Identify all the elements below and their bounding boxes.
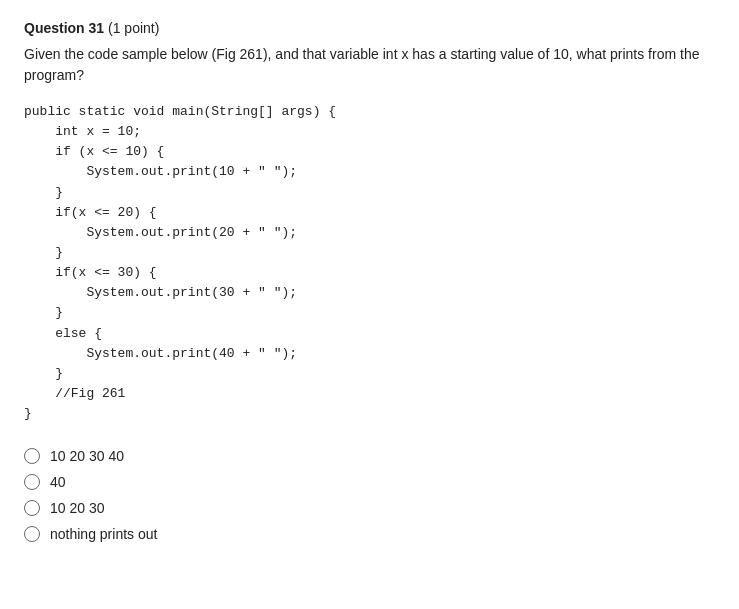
radio-circle-2[interactable] <box>24 474 40 490</box>
option-label-1: 10 20 30 40 <box>50 448 124 464</box>
answer-option-3[interactable]: 10 20 30 <box>24 500 715 516</box>
radio-circle-1[interactable] <box>24 448 40 464</box>
radio-circle-4[interactable] <box>24 526 40 542</box>
answer-option-4[interactable]: nothing prints out <box>24 526 715 542</box>
question-number: Question 31 <box>24 20 104 36</box>
question-points: (1 point) <box>108 20 159 36</box>
option-label-2: 40 <box>50 474 66 490</box>
option-label-4: nothing prints out <box>50 526 157 542</box>
question-container: Question 31 (1 point) Given the code sam… <box>24 20 715 542</box>
answer-option-1[interactable]: 10 20 30 40 <box>24 448 715 464</box>
answer-option-2[interactable]: 40 <box>24 474 715 490</box>
option-label-3: 10 20 30 <box>50 500 105 516</box>
answer-options-list: 10 20 30 40 40 10 20 30 nothing prints out <box>24 448 715 542</box>
question-header: Question 31 (1 point) <box>24 20 715 36</box>
question-description: Given the code sample below (Fig 261), a… <box>24 44 704 86</box>
radio-circle-3[interactable] <box>24 500 40 516</box>
code-block: public static void main(String[] args) {… <box>24 102 715 424</box>
